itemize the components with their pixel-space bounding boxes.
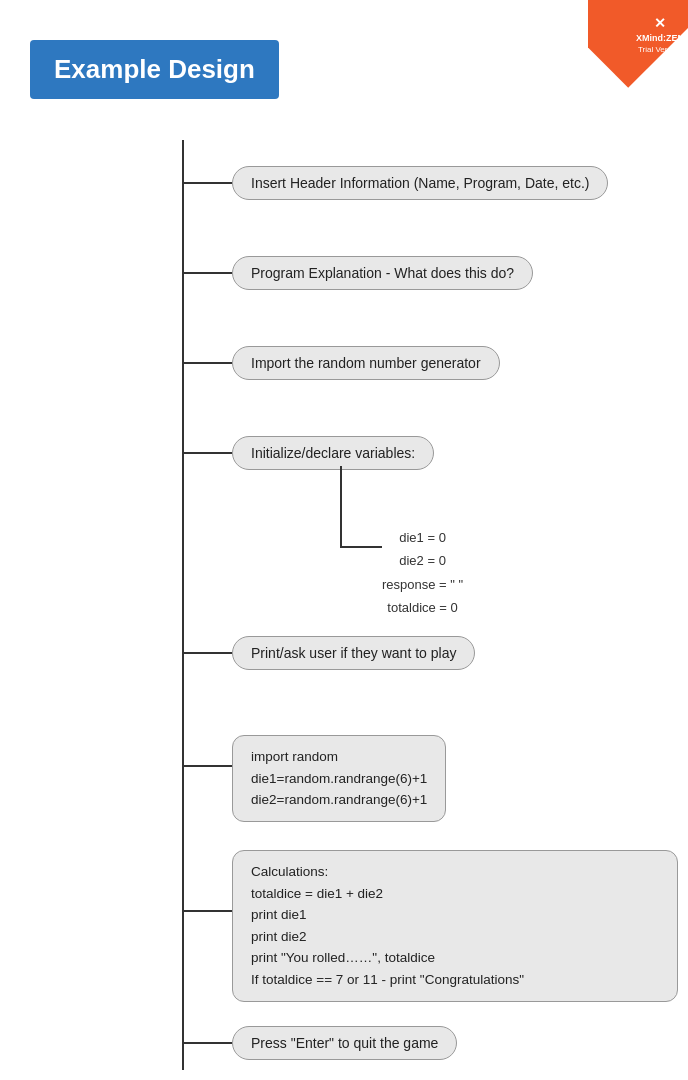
sub-line-vars	[340, 466, 342, 546]
brand-name: XMind:ZEN	[636, 33, 684, 45]
page-title: Example Design	[54, 54, 255, 84]
node-initialize: Initialize/declare variables:	[232, 436, 434, 470]
title-box: Example Design	[30, 40, 279, 99]
node-variables: die1 = 0 die2 = 0 response = " " totaldi…	[382, 526, 463, 620]
connector-node8	[182, 1042, 232, 1044]
xmind-icon: ✕	[636, 14, 684, 32]
node-calculations: Calculations: totaldice = die1 + die2 pr…	[232, 850, 678, 1002]
trial-label: Trial Version	[636, 45, 684, 55]
connector-node5	[182, 652, 232, 654]
connector-node6	[182, 765, 232, 767]
xmind-badge: ✕ XMind:ZEN Trial Version	[588, 0, 688, 100]
node-print-ask: Print/ask user if they want to play	[232, 636, 475, 670]
connector-node2	[182, 272, 232, 274]
sub-connector-vars	[340, 546, 382, 548]
diagram: Insert Header Information (Name, Program…	[0, 130, 688, 1080]
trunk-line	[182, 140, 184, 1070]
node-insert-header: Insert Header Information (Name, Program…	[232, 166, 608, 200]
node-import-random: Import the random number generator	[232, 346, 500, 380]
connector-node4	[182, 452, 232, 454]
connector-node3	[182, 362, 232, 364]
connector-node7	[182, 910, 232, 912]
connector-node1	[182, 182, 232, 184]
node-program-explanation: Program Explanation - What does this do?	[232, 256, 533, 290]
node-import-random-code: import random die1=random.randrange(6)+1…	[232, 735, 446, 822]
node-press-enter: Press "Enter" to quit the game	[232, 1026, 457, 1060]
